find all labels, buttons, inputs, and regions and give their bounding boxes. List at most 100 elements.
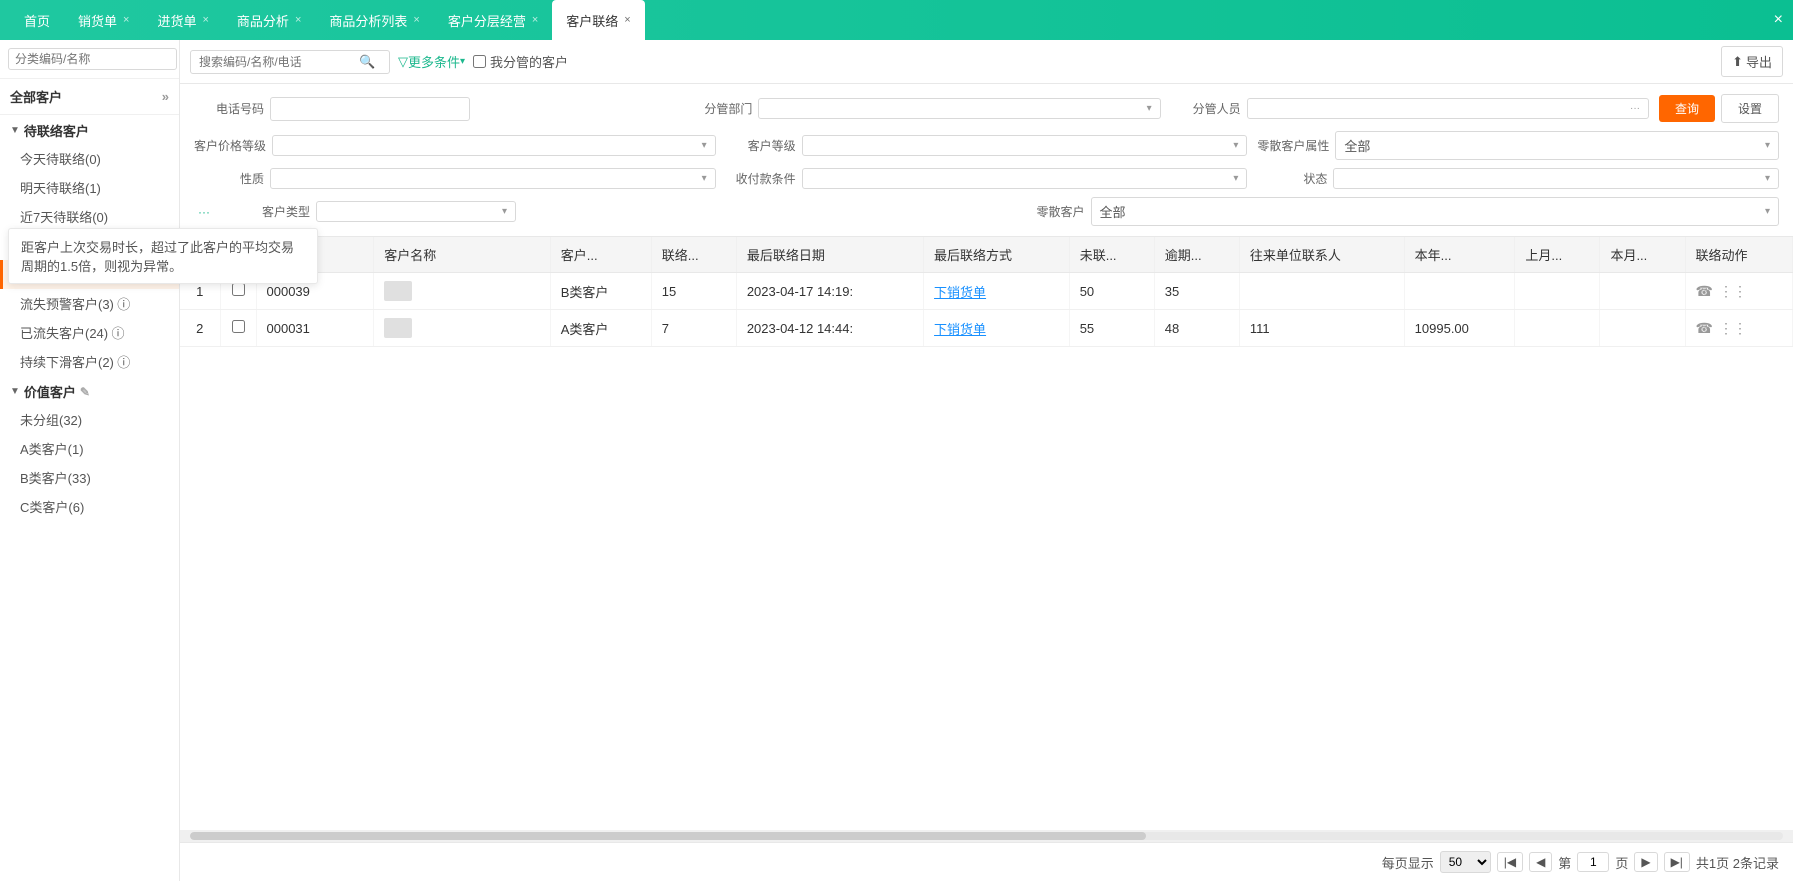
sidebar-item-7days[interactable]: 近7天待联络(0): [0, 202, 179, 231]
row-last-month: [1515, 310, 1600, 347]
avatar: [384, 281, 412, 301]
table-row: 1 000039 B类客户 15 2023-04-17 14:19: 下销货单: [180, 273, 1793, 310]
row-last-contact-method: 下销货单: [924, 310, 1070, 347]
nav-tab-product-list[interactable]: 商品分析列表 ×: [315, 0, 433, 40]
nav-close-button[interactable]: ×: [1774, 11, 1783, 29]
table-row: 2 000031 A类客户 7 2023-04-12 14:44: 下销货单: [180, 310, 1793, 347]
nav-tab-purchase[interactable]: 进货单 ×: [143, 0, 222, 40]
chevron-down-icon: ▾: [1765, 206, 1770, 217]
first-page-button[interactable]: |◀: [1497, 852, 1523, 872]
payment-label: 收付款条件: [726, 170, 796, 187]
sidebar-search-input[interactable]: [8, 48, 177, 70]
chevron-down-icon: ▾: [1233, 173, 1238, 184]
sidebar-item-c-class[interactable]: C类客户(6): [0, 492, 179, 521]
row-uncontact: 50: [1069, 273, 1154, 310]
contact-icon[interactable]: ☎: [1696, 283, 1713, 300]
customer-type-label: 客户类型: [240, 203, 310, 220]
my-customers-checkbox[interactable]: [473, 55, 486, 68]
info-icon: ⓘ: [117, 297, 130, 312]
prev-page-button[interactable]: ◀: [1529, 852, 1552, 872]
filter-customer-type: 客户类型 ▾: [240, 201, 1005, 222]
close-icon[interactable]: ×: [295, 14, 301, 26]
close-icon[interactable]: ×: [202, 14, 208, 26]
row-overdue: 48: [1154, 310, 1239, 347]
sidebar-item-a-class[interactable]: A类客户(1): [0, 434, 179, 463]
status-label: 状态: [1257, 170, 1327, 187]
more-action-icon[interactable]: ⋮⋮: [1719, 320, 1747, 337]
col-company-contact-header: 往来单位联系人: [1239, 237, 1404, 273]
nav-tab-customer-tier[interactable]: 客户分层经营 ×: [434, 0, 552, 40]
contact-icon[interactable]: ☎: [1696, 320, 1713, 337]
row-checkbox[interactable]: [232, 283, 245, 296]
chevron-down-icon: ▾: [1765, 173, 1770, 184]
customer-level-select[interactable]: ▾: [802, 135, 1248, 156]
manager-select[interactable]: ···: [1247, 98, 1649, 119]
page-input[interactable]: [1577, 852, 1609, 872]
phone-input[interactable]: [270, 97, 470, 121]
nav-tab-sales[interactable]: 销货单 ×: [64, 0, 143, 40]
last-page-button[interactable]: ▶|: [1664, 852, 1690, 872]
last-contact-method-link[interactable]: 下销货单: [934, 322, 986, 337]
nav-tab-product-analysis[interactable]: 商品分析 ×: [223, 0, 315, 40]
customer-type-select[interactable]: ▾: [316, 201, 516, 222]
row-num: 2: [180, 310, 220, 347]
more-conditions-button[interactable]: ▽ 更多条件 ▾: [398, 52, 465, 71]
scrollbar-track: [190, 832, 1783, 840]
row-company-contact: 111: [1239, 310, 1404, 347]
sidebar-item-ungrouped[interactable]: 未分组(32): [0, 405, 179, 434]
scrollbar-thumb: [190, 832, 1146, 840]
gender-label: 性质: [194, 170, 264, 187]
filter-row-2: 客户价格等级 ▾ 客户等级 ▾ 零散客户属性 全部: [194, 131, 1779, 160]
filter-customer-level: 客户等级 ▾: [726, 135, 1248, 156]
payment-select[interactable]: ▾: [802, 168, 1248, 189]
search-icon[interactable]: 🔍: [359, 54, 375, 70]
query-button[interactable]: 查询: [1659, 95, 1715, 122]
row-last-month: [1515, 273, 1600, 310]
sidebar-item-b-class[interactable]: B类客户(33): [0, 463, 179, 492]
chevron-down-icon: ▾: [702, 173, 707, 184]
per-page-select[interactable]: 50 10 20 100: [1440, 851, 1491, 873]
row-actions: ☎ ⋮⋮: [1685, 310, 1792, 347]
more-dots-button[interactable]: ···: [198, 205, 210, 219]
nav-tab-home[interactable]: 首页: [10, 0, 64, 40]
search-input[interactable]: [199, 55, 359, 69]
last-contact-method-link[interactable]: 下销货单: [934, 285, 986, 300]
retail-attr-select[interactable]: 全部 ▾: [1335, 131, 1779, 160]
close-icon[interactable]: ×: [413, 14, 419, 26]
filter-retail-customer: 零散客户 全部 ▾: [1015, 197, 1780, 226]
row-this-month: [1600, 273, 1685, 310]
sidebar-value-section[interactable]: ▼ 价值客户 ✎: [0, 376, 179, 405]
nav-tab-customer-contact[interactable]: 客户联络 ×: [552, 0, 644, 40]
more-action-icon[interactable]: ⋮⋮: [1719, 283, 1747, 300]
filter-payment: 收付款条件 ▾: [726, 168, 1248, 189]
horizontal-scrollbar[interactable]: [180, 830, 1793, 842]
close-icon[interactable]: ×: [532, 14, 538, 26]
sidebar-item-today[interactable]: 今天待联络(0): [0, 144, 179, 173]
row-actions: ☎ ⋮⋮: [1685, 273, 1792, 310]
export-icon: ⬆: [1732, 54, 1743, 70]
price-level-select[interactable]: ▾: [272, 135, 716, 156]
next-page-button[interactable]: ▶: [1634, 852, 1657, 872]
sidebar-collapse-button[interactable]: »: [162, 89, 169, 104]
my-customers-checkbox-wrap[interactable]: 我分管的客户: [473, 52, 568, 71]
status-select[interactable]: ▾: [1333, 168, 1779, 189]
close-icon[interactable]: ×: [123, 14, 129, 26]
retail-customer-select[interactable]: 全部 ▾: [1091, 197, 1780, 226]
sidebar-item-continuous-down[interactable]: 持续下滑客户(2) ⓘ: [0, 347, 179, 376]
chevron-down-icon: ▾: [1765, 140, 1770, 151]
export-button[interactable]: ⬆ 导出: [1721, 46, 1783, 77]
ellipsis-icon: ···: [1630, 103, 1640, 114]
sidebar-item-lost-preview[interactable]: 流失预警客户(3) ⓘ: [0, 289, 179, 318]
filter-phone: 电话号码: [194, 97, 672, 121]
sidebar-item-already-lost[interactable]: 已流失客户(24) ⓘ: [0, 318, 179, 347]
gender-select[interactable]: ▾: [270, 168, 716, 189]
settings-button[interactable]: 设置: [1721, 94, 1779, 123]
sidebar-pending-section[interactable]: ▼ 待联络客户: [0, 115, 179, 144]
row-checkbox[interactable]: [232, 320, 245, 333]
dept-select[interactable]: ▾: [758, 98, 1160, 119]
per-page-label: 每页显示: [1382, 853, 1434, 872]
edit-icon[interactable]: ✎: [80, 385, 90, 399]
info-icon: ⓘ: [117, 355, 130, 370]
close-icon[interactable]: ×: [624, 14, 630, 26]
sidebar-item-tomorrow[interactable]: 明天待联络(1): [0, 173, 179, 202]
